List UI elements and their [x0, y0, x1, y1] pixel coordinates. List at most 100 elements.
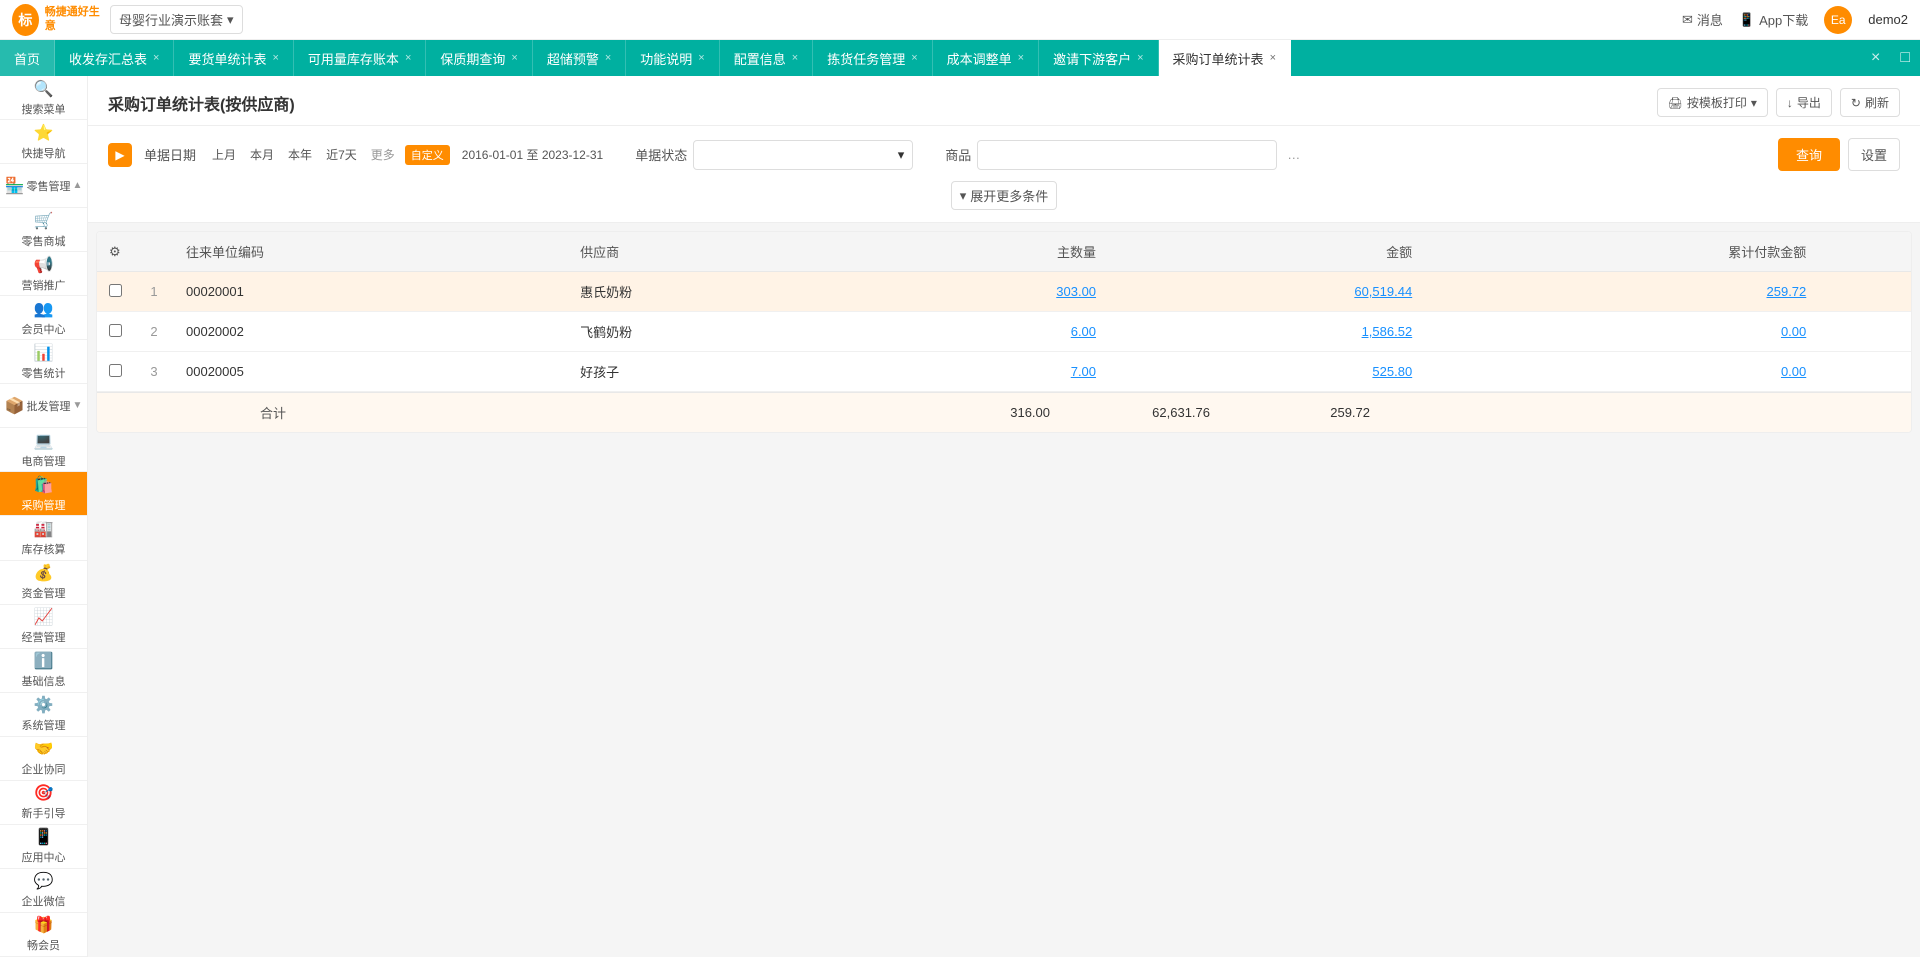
data-table: ⚙ 往来单位编码 供应商 主数量 金额 累计付款金额 1 00020001: [97, 232, 1911, 392]
finance-icon: 💰: [34, 563, 54, 583]
row3-amount[interactable]: 525.80: [1108, 352, 1424, 392]
sidebar-item-operations[interactable]: 📈 经营管理: [0, 605, 87, 649]
row3-check[interactable]: [109, 364, 122, 377]
refresh-button[interactable]: ↻ 刷新: [1840, 88, 1900, 117]
print-label: 按模板打印: [1687, 94, 1747, 111]
message-button[interactable]: ✉ 消息: [1682, 10, 1723, 29]
tab-pick-task-label: 拣货任务管理: [827, 49, 905, 68]
tab-close-all-icon[interactable]: ×: [1861, 49, 1890, 67]
tab-collect-send-close-icon[interactable]: ×: [153, 52, 159, 64]
tab-goods-stat-close-icon[interactable]: ×: [272, 52, 278, 64]
row1-check[interactable]: [109, 284, 122, 297]
date-shortcut-this-year[interactable]: 本年: [284, 144, 316, 165]
tab-config[interactable]: 配置信息 ×: [720, 40, 813, 76]
sidebar-item-basic-info[interactable]: ℹ️ 基础信息: [0, 649, 87, 693]
table-body: 1 00020001 惠氏奶粉 303.00 60,519.44 259.72 …: [97, 272, 1911, 392]
tab-invite-downstream-label: 邀请下游客户: [1053, 49, 1131, 68]
tab-purchase-stat-close-icon[interactable]: ×: [1270, 52, 1276, 64]
tab-func-desc[interactable]: 功能说明 ×: [626, 40, 719, 76]
sidebar-item-search[interactable]: 🔍 搜索菜单: [0, 76, 87, 120]
date-shortcut-more[interactable]: 更多: [367, 144, 399, 165]
row1-supplier-code: 00020001: [174, 272, 568, 312]
date-shortcut-7days[interactable]: 近7天: [322, 144, 361, 165]
tab-invite-downstream-close-icon[interactable]: ×: [1137, 52, 1143, 64]
row2-quantity[interactable]: 6.00: [862, 312, 1108, 352]
row2-check[interactable]: [109, 324, 122, 337]
custom-date-badge[interactable]: 自定义: [405, 145, 450, 165]
row2-checkbox[interactable]: [97, 312, 134, 352]
tab-collect-send[interactable]: 收发存汇总表 ×: [55, 40, 174, 76]
col-settings[interactable]: ⚙: [97, 232, 134, 272]
sidebar-item-retail-mall[interactable]: 🛒 零售商城: [0, 208, 87, 252]
tab-func-desc-close-icon[interactable]: ×: [698, 52, 704, 64]
export-button[interactable]: ↓ 导出: [1776, 88, 1832, 117]
sidebar-item-retail-stat[interactable]: 📊 零售统计: [0, 340, 87, 384]
username-label[interactable]: demo2: [1868, 12, 1908, 27]
goods-input[interactable]: [977, 140, 1277, 170]
sidebar-item-system[interactable]: ⚙️ 系统管理: [0, 693, 87, 737]
tab-overstock-close-icon[interactable]: ×: [605, 52, 611, 64]
tab-home[interactable]: 首页: [0, 40, 55, 76]
sidebar-item-member-plan[interactable]: 🎁 畅会员: [0, 913, 87, 957]
sidebar-item-ecommerce[interactable]: 💻 电商管理: [0, 428, 87, 472]
row3-paid-amount[interactable]: 0.00: [1424, 352, 1818, 392]
tab-goods-stat[interactable]: 要货单统计表 ×: [174, 40, 293, 76]
tab-pick-task[interactable]: 拣货任务管理 ×: [813, 40, 932, 76]
tab-cost-adjust-label: 成本调整单: [947, 49, 1012, 68]
sidebar-item-enterprise-wechat[interactable]: 💬 企业微信: [0, 869, 87, 913]
row2-amount[interactable]: 1,586.52: [1108, 312, 1424, 352]
date-shortcut-this-month[interactable]: 本月: [246, 144, 278, 165]
sidebar-item-enterprise[interactable]: 🤝 企业协同: [0, 737, 87, 781]
sidebar-item-retail[interactable]: 🏪 零售管理 ▲: [0, 164, 87, 208]
row3-checkbox[interactable]: [97, 352, 134, 392]
workspace-name: 母婴行业演示账套: [119, 10, 223, 29]
status-filter-label: 单据状态: [635, 145, 687, 164]
user-avatar[interactable]: Ea: [1824, 6, 1852, 34]
sidebar-item-members[interactable]: 👥 会员中心: [0, 296, 87, 340]
sidebar-item-new-guide[interactable]: 🎯 新手引导: [0, 781, 87, 825]
workspace-selector[interactable]: 母婴行业演示账套 ▾: [110, 5, 243, 34]
sidebar-item-marketing[interactable]: 📢 营销推广: [0, 252, 87, 296]
tab-pick-task-close-icon[interactable]: ×: [911, 52, 917, 64]
status-select[interactable]: ▾: [693, 140, 913, 170]
tab-inventory-close-icon[interactable]: ×: [405, 52, 411, 64]
sidebar-item-wholesale[interactable]: 📦 批发管理 ▼: [0, 384, 87, 428]
page-title: 采购订单统计表(按供应商): [108, 91, 295, 115]
row1-quantity[interactable]: 303.00: [862, 272, 1108, 312]
row1-amount[interactable]: 60,519.44: [1108, 272, 1424, 312]
tab-expiry[interactable]: 保质期查询 ×: [426, 40, 532, 76]
more-filters-button[interactable]: ▾ 展开更多条件: [951, 181, 1058, 210]
date-shortcuts: 上月 本月 本年 近7天 更多 自定义: [208, 144, 450, 165]
app-download-button[interactable]: 📱 App下载: [1739, 10, 1808, 29]
row3-supplier-name: 好孩子: [568, 352, 862, 392]
filter-toggle-button[interactable]: ▶: [108, 143, 132, 167]
col-supplier-code: 往来单位编码: [174, 232, 568, 272]
row1-checkbox[interactable]: [97, 272, 134, 312]
tab-invite-downstream[interactable]: 邀请下游客户 ×: [1039, 40, 1158, 76]
row1-paid-amount[interactable]: 259.72: [1424, 272, 1818, 312]
row2-supplier-name: 飞鹤奶粉: [568, 312, 862, 352]
date-shortcut-last-month[interactable]: 上月: [208, 144, 240, 165]
tab-cost-adjust-close-icon[interactable]: ×: [1018, 52, 1024, 64]
sidebar-item-quick-nav[interactable]: ⭐ 快捷导航: [0, 120, 87, 164]
settings-button[interactable]: 设置: [1848, 138, 1900, 171]
query-button[interactable]: 查询: [1778, 138, 1840, 171]
goods-more-icon[interactable]: …: [1283, 147, 1304, 162]
tab-overstock-label: 超储预警: [547, 49, 599, 68]
sidebar-item-finance[interactable]: 💰 资金管理: [0, 561, 87, 605]
tab-cost-adjust[interactable]: 成本调整单 ×: [933, 40, 1039, 76]
tab-config-close-icon[interactable]: ×: [792, 52, 798, 64]
row1-supplier-name: 惠氏奶粉: [568, 272, 862, 312]
tab-purchase-stat[interactable]: 采购订单统计表 ×: [1159, 40, 1291, 76]
tab-expiry-close-icon[interactable]: ×: [511, 52, 517, 64]
print-button[interactable]: 🖨 按模板打印 ▾: [1657, 88, 1768, 117]
sidebar-item-inventory-check[interactable]: 🏭 库存核算: [0, 516, 87, 560]
row2-paid-amount[interactable]: 0.00: [1424, 312, 1818, 352]
tab-inventory[interactable]: 可用量库存账本 ×: [294, 40, 426, 76]
tab-overstock[interactable]: 超储预警 ×: [533, 40, 626, 76]
sidebar-item-purchase[interactable]: 🛍️ 采购管理: [0, 472, 87, 516]
sidebar-item-app-center[interactable]: 📱 应用中心: [0, 825, 87, 869]
retail-icon: 🏪: [5, 176, 25, 196]
row3-quantity[interactable]: 7.00: [862, 352, 1108, 392]
tab-maximize-icon[interactable]: □: [1890, 49, 1920, 67]
